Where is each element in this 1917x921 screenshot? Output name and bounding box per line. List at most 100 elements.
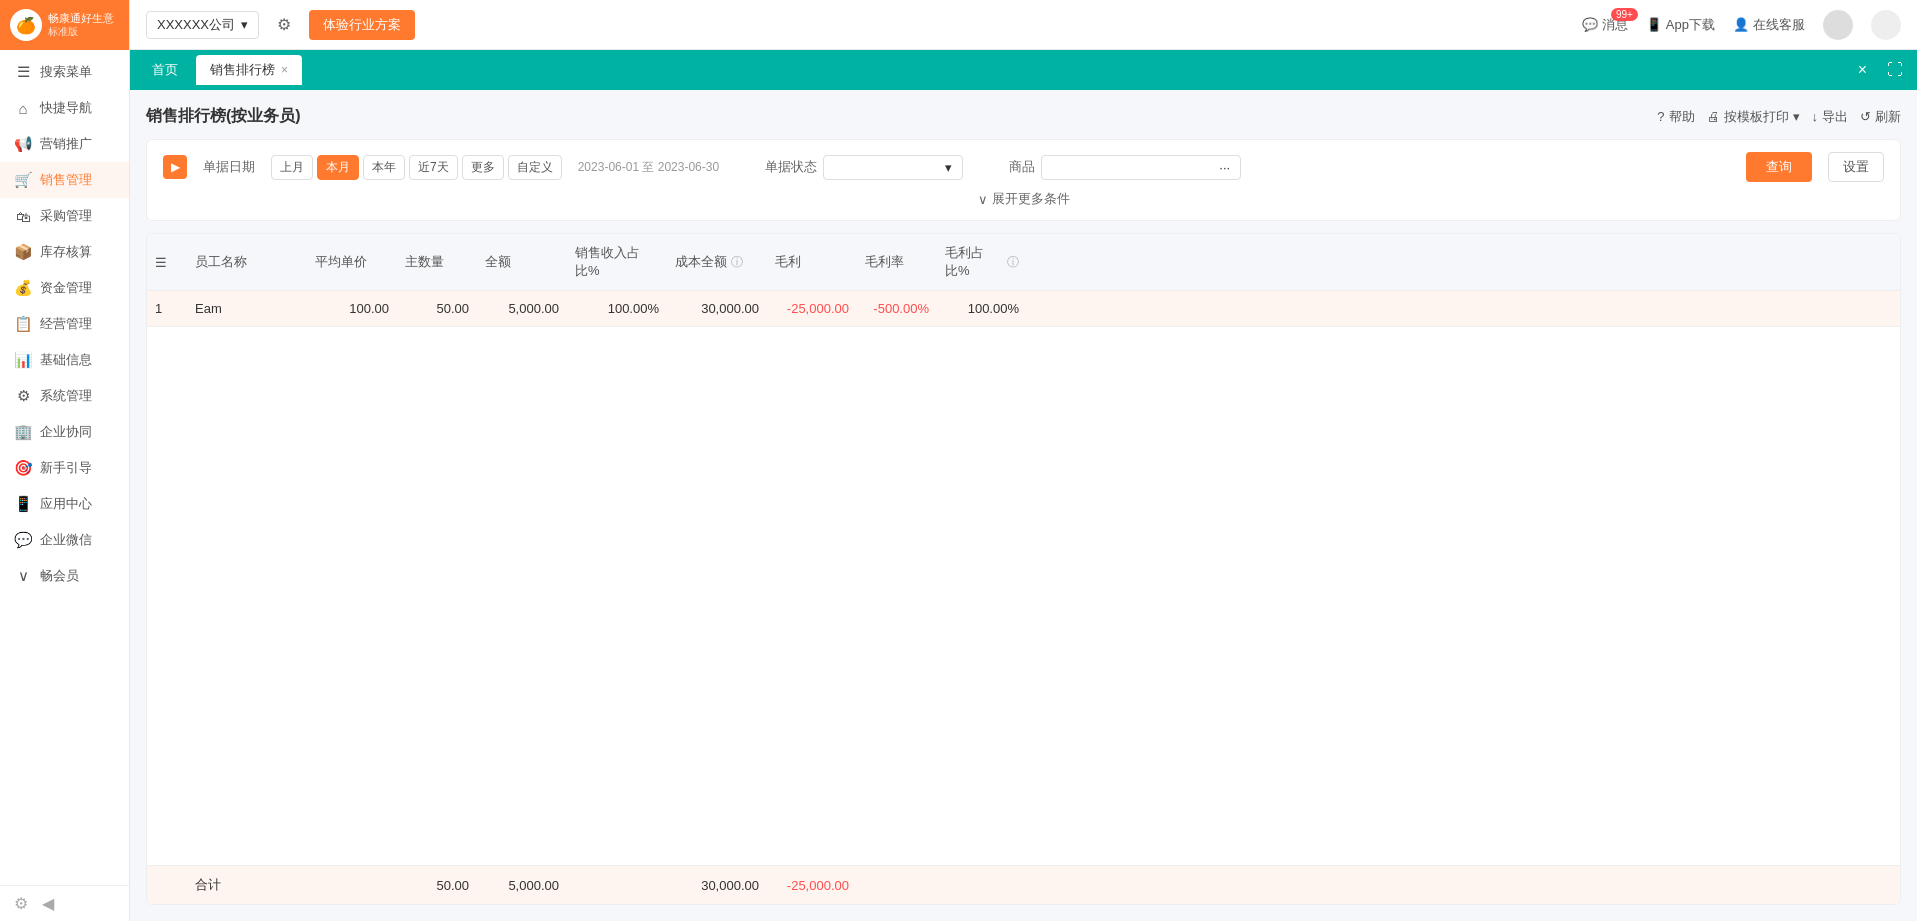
status-select[interactable]: ▾ <box>823 155 963 180</box>
print-button[interactable]: 🖨 按模板打印 ▾ <box>1707 108 1800 126</box>
sidebar-item-enterprise[interactable]: 🏢 企业协同 <box>0 414 129 450</box>
footer-cost: 30,000.00 <box>701 878 759 893</box>
sidebar-item-finance[interactable]: 💰 资金管理 <box>0 270 129 306</box>
sidebar-item-label: 快捷导航 <box>40 99 92 117</box>
th-cost-label: 成本全额 <box>675 253 727 271</box>
status-filter-label: 单据状态 <box>765 158 817 176</box>
sidebar-item-newbie[interactable]: 🎯 新手引导 <box>0 450 129 486</box>
ellipsis-icon: ··· <box>1219 160 1230 175</box>
chevron-down-icon: ▾ <box>241 17 248 32</box>
th-qty-label: 主数量 <box>405 253 444 271</box>
tab-sales-ranking[interactable]: 销售排行榜 × <box>196 55 302 85</box>
sidebar-item-sales[interactable]: 🛒 销售管理 <box>0 162 129 198</box>
tab-home[interactable]: 首页 <box>138 55 192 85</box>
page-actions: ? 帮助 🖨 按模板打印 ▾ ↓ 导出 ↺ 刷新 <box>1657 108 1901 126</box>
goods-input[interactable]: ··· <box>1041 155 1241 180</box>
th-rank: ☰ <box>147 234 187 290</box>
user-avatar[interactable] <box>1823 10 1853 40</box>
th-sales-pct-label: 销售收入占比% <box>575 244 659 280</box>
export-icon: ↓ <box>1812 109 1819 124</box>
tf-empty <box>147 866 187 904</box>
th-profit-pct-label: 毛利占比% <box>945 244 1003 280</box>
sidebar-item-basic[interactable]: 📊 基础信息 <box>0 342 129 378</box>
print-label: 按模板打印 <box>1724 108 1789 126</box>
query-button[interactable]: 查询 <box>1746 152 1812 182</box>
newbie-icon: 🎯 <box>14 459 32 477</box>
export-button[interactable]: ↓ 导出 <box>1812 108 1849 126</box>
sidebar-item-marketing[interactable]: 📢 营销推广 <box>0 126 129 162</box>
sidebar-item-member[interactable]: ∨ 畅会员 <box>0 558 129 594</box>
settings-bottom-icon[interactable]: ⚙ <box>14 894 28 913</box>
header-right: 💬 消息 99+ 📱 App下载 👤 在线客服 <box>1582 10 1901 40</box>
date-buttons: 上月 本月 本年 近7天 更多 自定义 <box>271 155 562 180</box>
service-icon: 👤 <box>1733 17 1749 32</box>
download-icon: 📱 <box>1646 17 1662 32</box>
industry-button[interactable]: 体验行业方案 <box>309 10 415 40</box>
user-name[interactable] <box>1871 10 1901 40</box>
logo-icon: 🍊 <box>10 9 42 41</box>
sales-icon: 🛒 <box>14 171 32 189</box>
sidebar-item-wechat[interactable]: 💬 企业微信 <box>0 522 129 558</box>
refresh-button[interactable]: ↺ 刷新 <box>1860 108 1901 126</box>
logo-sub: 标准版 <box>48 25 114 39</box>
message-button[interactable]: 💬 消息 99+ <box>1582 16 1628 34</box>
settings-filter-button[interactable]: 设置 <box>1828 152 1884 182</box>
info-icon[interactable]: ⓘ <box>731 254 743 271</box>
date-btn-more[interactable]: 更多 <box>462 155 504 180</box>
sidebar-item-apps[interactable]: 📱 应用中心 <box>0 486 129 522</box>
marketing-icon: 📢 <box>14 135 32 153</box>
sidebar-item-system[interactable]: ⚙ 系统管理 <box>0 378 129 414</box>
date-btn-current-month[interactable]: 本月 <box>317 155 359 180</box>
sidebar-item-label: 企业微信 <box>40 531 92 549</box>
app-download-button[interactable]: 📱 App下载 <box>1646 16 1715 34</box>
date-btn-prev-month[interactable]: 上月 <box>271 155 313 180</box>
th-cost: 成本全额 ⓘ <box>667 234 767 290</box>
sidebar-item-inventory[interactable]: 📦 库存核算 <box>0 234 129 270</box>
table-row: 1 Eam 100.00 50.00 5,000.00 10 <box>147 291 1900 327</box>
table-header: ☰ 员工名称 平均单价 主数量 全额 销售收入占比% 成本全额 <box>147 234 1900 291</box>
td-amount: 5,000.00 <box>477 291 567 326</box>
filter-toggle-button[interactable]: ▶ <box>163 155 187 179</box>
sidebar-item-search[interactable]: ☰ 搜索菜单 <box>0 54 129 90</box>
apps-icon: 📱 <box>14 495 32 513</box>
help-icon: ? <box>1657 109 1664 124</box>
top-header: XXXXXX公司 ▾ ⚙ 体验行业方案 💬 消息 99+ 📱 App下载 👤 在… <box>130 0 1917 50</box>
tab-minimize-icon[interactable]: × <box>1852 59 1873 81</box>
help-button[interactable]: ? 帮助 <box>1657 108 1694 126</box>
sidebar-item-label: 搜索菜单 <box>40 63 92 81</box>
collapse-icon[interactable]: ◀ <box>42 894 54 913</box>
th-profit-rate: 毛利率 <box>857 234 937 290</box>
date-btn-year[interactable]: 本年 <box>363 155 405 180</box>
app-logo: 🍊 畅康通好生意 标准版 <box>0 0 129 50</box>
td-sales-pct: 100.00% <box>567 291 667 326</box>
date-btn-custom[interactable]: 自定义 <box>508 155 562 180</box>
th-qty: 主数量 <box>397 234 477 290</box>
online-service-button[interactable]: 👤 在线客服 <box>1733 16 1805 34</box>
th-profit-rate-label: 毛利率 <box>865 253 904 271</box>
th-profit-label: 毛利 <box>775 253 801 271</box>
system-icon: ⚙ <box>14 387 32 405</box>
td-extra <box>1027 291 1900 326</box>
amount-value: 5,000.00 <box>508 301 559 316</box>
print-chevron-icon: ▾ <box>1793 109 1800 124</box>
tab-expand-icon[interactable]: ⛶ <box>1881 59 1909 81</box>
footer-profit: -25,000.00 <box>787 878 849 893</box>
tab-close-icon[interactable]: × <box>281 63 288 77</box>
th-name-label: 员工名称 <box>195 253 247 271</box>
wechat-icon: 💬 <box>14 531 32 549</box>
header-settings-button[interactable]: ⚙ <box>269 10 299 40</box>
sidebar-item-operations[interactable]: 📋 经营管理 <box>0 306 129 342</box>
sidebar-item-purchase[interactable]: 🛍 采购管理 <box>0 198 129 234</box>
date-btn-7days[interactable]: 近7天 <box>409 155 458 180</box>
sidebar-item-shortcut[interactable]: ⌂ 快捷导航 <box>0 90 129 126</box>
td-profit-rate: -500.00% <box>857 291 937 326</box>
info-icon-2[interactable]: ⓘ <box>1007 254 1019 271</box>
expand-conditions-button[interactable]: ∨ 展开更多条件 <box>978 190 1070 208</box>
company-selector[interactable]: XXXXXX公司 ▾ <box>146 11 259 39</box>
avg-price-value: 100.00 <box>349 301 389 316</box>
sidebar: 🍊 畅康通好生意 标准版 ☰ 搜索菜单 ⌂ 快捷导航 📢 营销推广 🛒 销售管理… <box>0 0 130 921</box>
sort-icon: ☰ <box>155 255 167 270</box>
footer-qty: 50.00 <box>436 878 469 893</box>
td-rank: 1 <box>147 291 187 326</box>
table-area: ☰ 员工名称 平均单价 主数量 全额 销售收入占比% 成本全额 <box>146 233 1901 905</box>
